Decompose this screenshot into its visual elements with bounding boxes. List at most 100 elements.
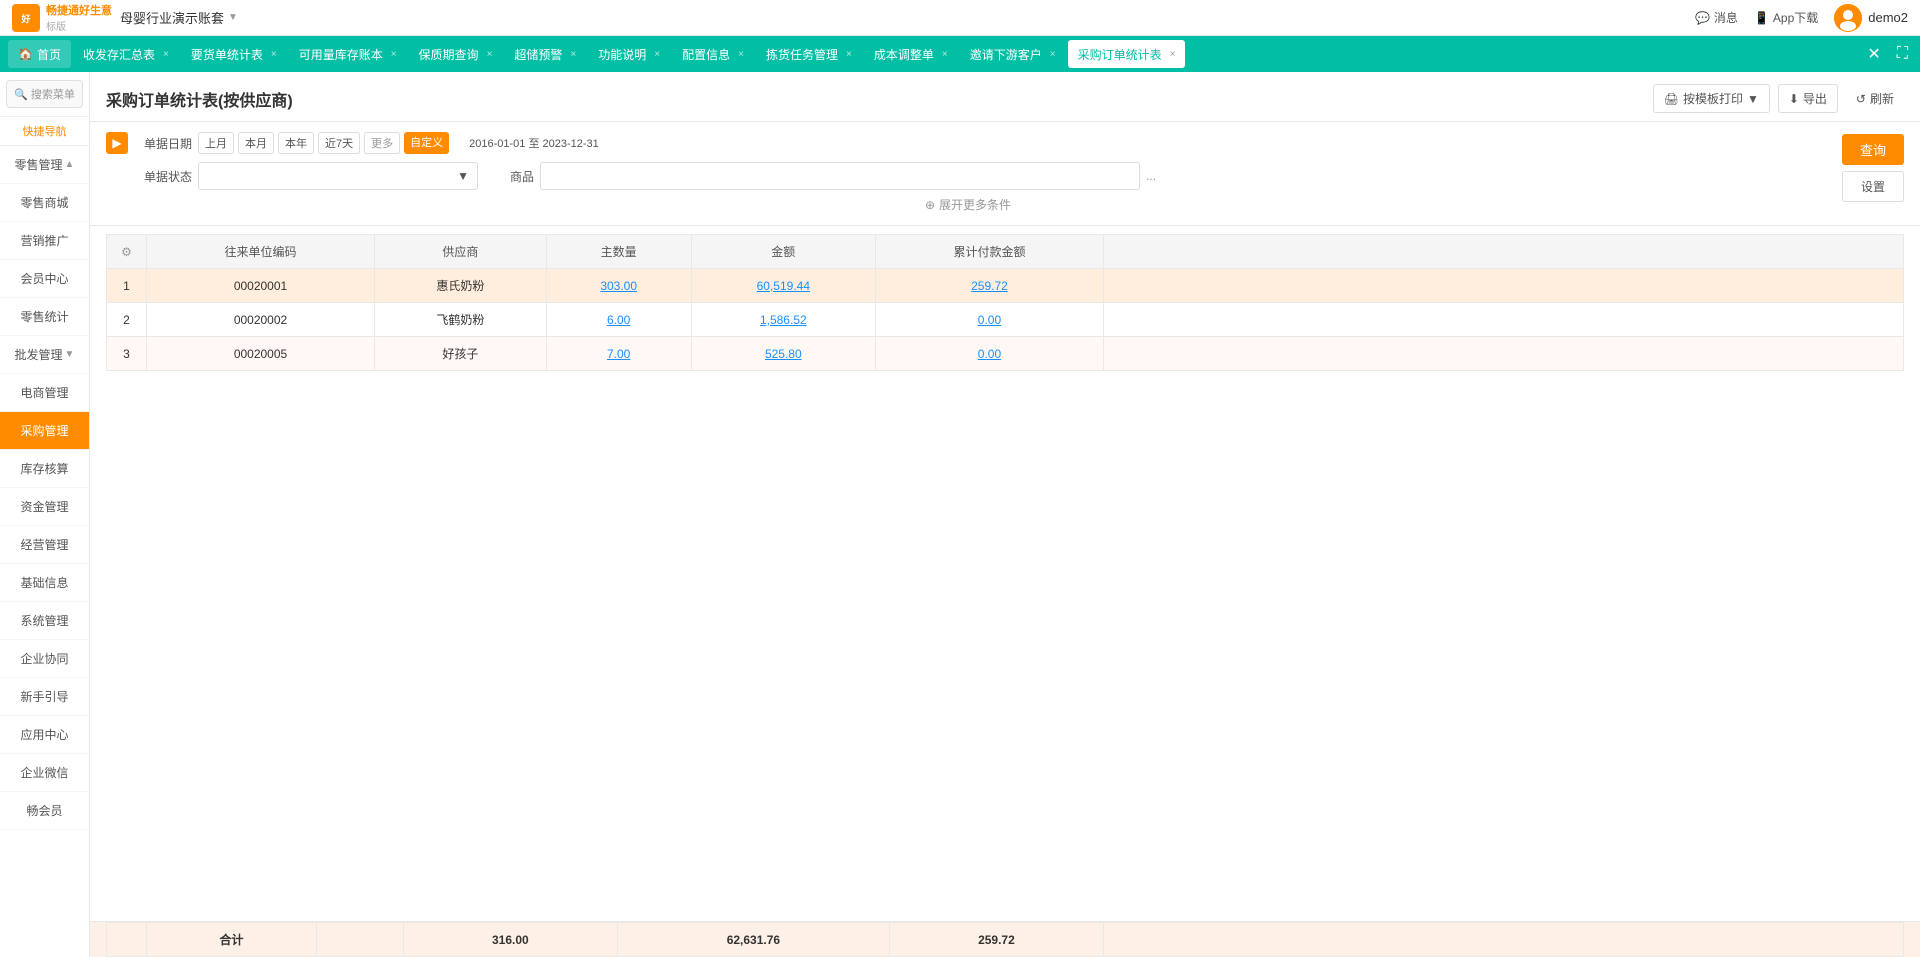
row-qty[interactable]: 6.00 <box>546 303 691 337</box>
status-label: 单据状态 <box>144 168 192 185</box>
workspace-selector[interactable]: 母婴行业演示账套 ▼ <box>120 8 238 27</box>
logo-area: 好 畅捷通好生意 标版 <box>12 2 112 33</box>
shortcut-this-month[interactable]: 本月 <box>238 132 274 154</box>
chevron-up-icon: ▲ <box>65 159 75 170</box>
nav-close-button[interactable]: ✕ <box>1863 44 1884 64</box>
tab-kuyun[interactable]: 可用量库存账本 × <box>289 40 407 68</box>
row-code: 00020002 <box>147 303 375 337</box>
table-row[interactable]: 3 00020005 好孩子 7.00 525.80 0.00 <box>107 337 1904 371</box>
nav-tabs: 🏠 首页 收发存汇总表 × 要货单统计表 × 可用量库存账本 × 保质期查询 ×… <box>0 36 1920 72</box>
filter-main: ▶ 单据日期 上月 本月 本年 近7天 更多 自定义 <box>106 132 1830 215</box>
close-icon[interactable]: × <box>391 49 397 60</box>
expand-row: ⊕ 展开更多条件 <box>106 190 1830 215</box>
close-icon[interactable]: × <box>1050 49 1056 60</box>
custom-date-tag: 自定义 <box>404 132 449 154</box>
tab-baozhiqi[interactable]: 保质期查询 × <box>409 40 503 68</box>
row-paid[interactable]: 0.00 <box>875 337 1103 371</box>
tab-home[interactable]: 🏠 首页 <box>8 40 71 68</box>
sidebar-item-ecommerce[interactable]: 电商管理 <box>0 374 89 412</box>
close-icon[interactable]: × <box>271 49 277 60</box>
row-qty[interactable]: 7.00 <box>546 337 691 371</box>
svg-text:好: 好 <box>20 13 30 24</box>
app-download-button[interactable]: 📱 App下载 <box>1754 9 1818 26</box>
export-icon: ⬇ <box>1789 92 1799 106</box>
quick-nav-button[interactable]: 快捷导航 <box>0 117 89 146</box>
filter-collapse-button[interactable]: ▶ <box>106 132 128 154</box>
sidebar-item-retail-mall[interactable]: 零售商城 <box>0 184 89 222</box>
close-icon[interactable]: × <box>654 49 660 60</box>
row-extra <box>1104 269 1904 303</box>
sidebar-item-marketing[interactable]: 营销推广 <box>0 222 89 260</box>
footer-paid: 259.72 <box>889 923 1103 957</box>
chevron-right-icon: ▶ <box>112 136 121 150</box>
close-icon[interactable]: × <box>570 49 576 60</box>
sidebar-item-basic[interactable]: 基础信息 <box>0 564 89 602</box>
column-settings-icon[interactable]: ⚙ <box>121 245 132 259</box>
tab-yaoqing[interactable]: 邀请下游客户 × <box>960 40 1066 68</box>
close-icon[interactable]: × <box>163 49 169 60</box>
sidebar-item-enterprise[interactable]: 企业协同 <box>0 640 89 678</box>
shortcut-7days[interactable]: 近7天 <box>318 132 360 154</box>
sidebar-item-inventory[interactable]: 库存核算 <box>0 450 89 488</box>
tab-peizhi[interactable]: 配置信息 × <box>672 40 754 68</box>
row-amount[interactable]: 60,519.44 <box>691 269 875 303</box>
tab-gongneng[interactable]: 功能说明 × <box>588 40 670 68</box>
user-area[interactable]: demo2 <box>1834 4 1908 32</box>
row-paid[interactable]: 0.00 <box>875 303 1103 337</box>
query-button[interactable]: 查询 <box>1842 134 1904 165</box>
close-icon[interactable]: × <box>942 49 948 60</box>
sidebar-item-wholesale[interactable]: 批发管理 ▼ <box>0 336 89 374</box>
row-extra <box>1104 303 1904 337</box>
sidebar-item-retail-stats[interactable]: 零售统计 <box>0 298 89 336</box>
refresh-button[interactable]: ↺ 刷新 <box>1846 85 1904 112</box>
sidebar-item-retail-manage[interactable]: 零售管理 ▲ <box>0 146 89 184</box>
print-button[interactable]: 🖨 按模板打印 ▼ <box>1653 84 1770 113</box>
row-amount[interactable]: 525.80 <box>691 337 875 371</box>
export-button[interactable]: ⬇ 导出 <box>1778 84 1838 113</box>
row-code: 00020001 <box>147 269 375 303</box>
user-name[interactable]: demo2 <box>1868 10 1908 25</box>
shortcut-more[interactable]: 更多 <box>364 132 400 154</box>
close-icon[interactable]: × <box>846 49 852 60</box>
row-amount[interactable]: 1,586.52 <box>691 303 875 337</box>
tab-shoufa[interactable]: 收发存汇总表 × <box>73 40 179 68</box>
sidebar-item-system[interactable]: 系统管理 <box>0 602 89 640</box>
sidebar-item-vip[interactable]: 畅会员 <box>0 792 89 830</box>
expand-more-button[interactable]: ⊕ 展开更多条件 <box>925 196 1011 213</box>
sidebar-item-member[interactable]: 会员中心 <box>0 260 89 298</box>
tab-chengben[interactable]: 成本调整单 × <box>864 40 958 68</box>
more-filters-button[interactable]: ... <box>1146 169 1156 183</box>
sidebar-item-appcenter[interactable]: 应用中心 <box>0 716 89 754</box>
shortcut-last-month[interactable]: 上月 <box>198 132 234 154</box>
row-paid[interactable]: 259.72 <box>875 269 1103 303</box>
row-supplier: 惠氏奶粉 <box>375 269 547 303</box>
close-icon-active[interactable]: × <box>1170 49 1176 60</box>
goods-label: 商品 <box>510 168 534 185</box>
row-qty[interactable]: 303.00 <box>546 269 691 303</box>
settings-button[interactable]: 设置 <box>1842 171 1904 202</box>
table-row[interactable]: 1 00020001 惠氏奶粉 303.00 60,519.44 259.72 <box>107 269 1904 303</box>
tab-caigou[interactable]: 采购订单统计表 × <box>1068 40 1186 68</box>
tab-yaohuo[interactable]: 要货单统计表 × <box>181 40 287 68</box>
sidebar-item-ops[interactable]: 经营管理 <box>0 526 89 564</box>
col-paid: 累计付款金额 <box>875 235 1103 269</box>
sidebar-item-wechat[interactable]: 企业微信 <box>0 754 89 792</box>
search-menu-button[interactable]: 🔍 搜索菜单 <box>6 80 83 108</box>
row-extra <box>1104 337 1904 371</box>
sidebar-item-purchase[interactable]: 采购管理 <box>0 412 89 450</box>
top-bar-right: 💬 消息 📱 App下载 demo2 <box>1695 4 1908 32</box>
sidebar-item-newguide[interactable]: 新手引导 <box>0 678 89 716</box>
col-supplier: 供应商 <box>375 235 547 269</box>
close-icon[interactable]: × <box>738 49 744 60</box>
table-row[interactable]: 2 00020002 飞鹤奶粉 6.00 1,586.52 0.00 <box>107 303 1904 337</box>
sidebar-item-finance[interactable]: 资金管理 <box>0 488 89 526</box>
nav-fullscreen-button[interactable]: ⛶ <box>1893 45 1912 63</box>
close-icon[interactable]: × <box>487 49 493 60</box>
tab-chaochuyujing[interactable]: 超储预警 × <box>504 40 586 68</box>
shortcut-this-year[interactable]: 本年 <box>278 132 314 154</box>
tab-jianhuorenwu[interactable]: 拣货任务管理 × <box>756 40 862 68</box>
goods-input[interactable] <box>540 162 1140 190</box>
col-amount: 金额 <box>691 235 875 269</box>
status-select[interactable]: ▼ <box>198 162 478 190</box>
message-button[interactable]: 💬 消息 <box>1695 9 1738 26</box>
